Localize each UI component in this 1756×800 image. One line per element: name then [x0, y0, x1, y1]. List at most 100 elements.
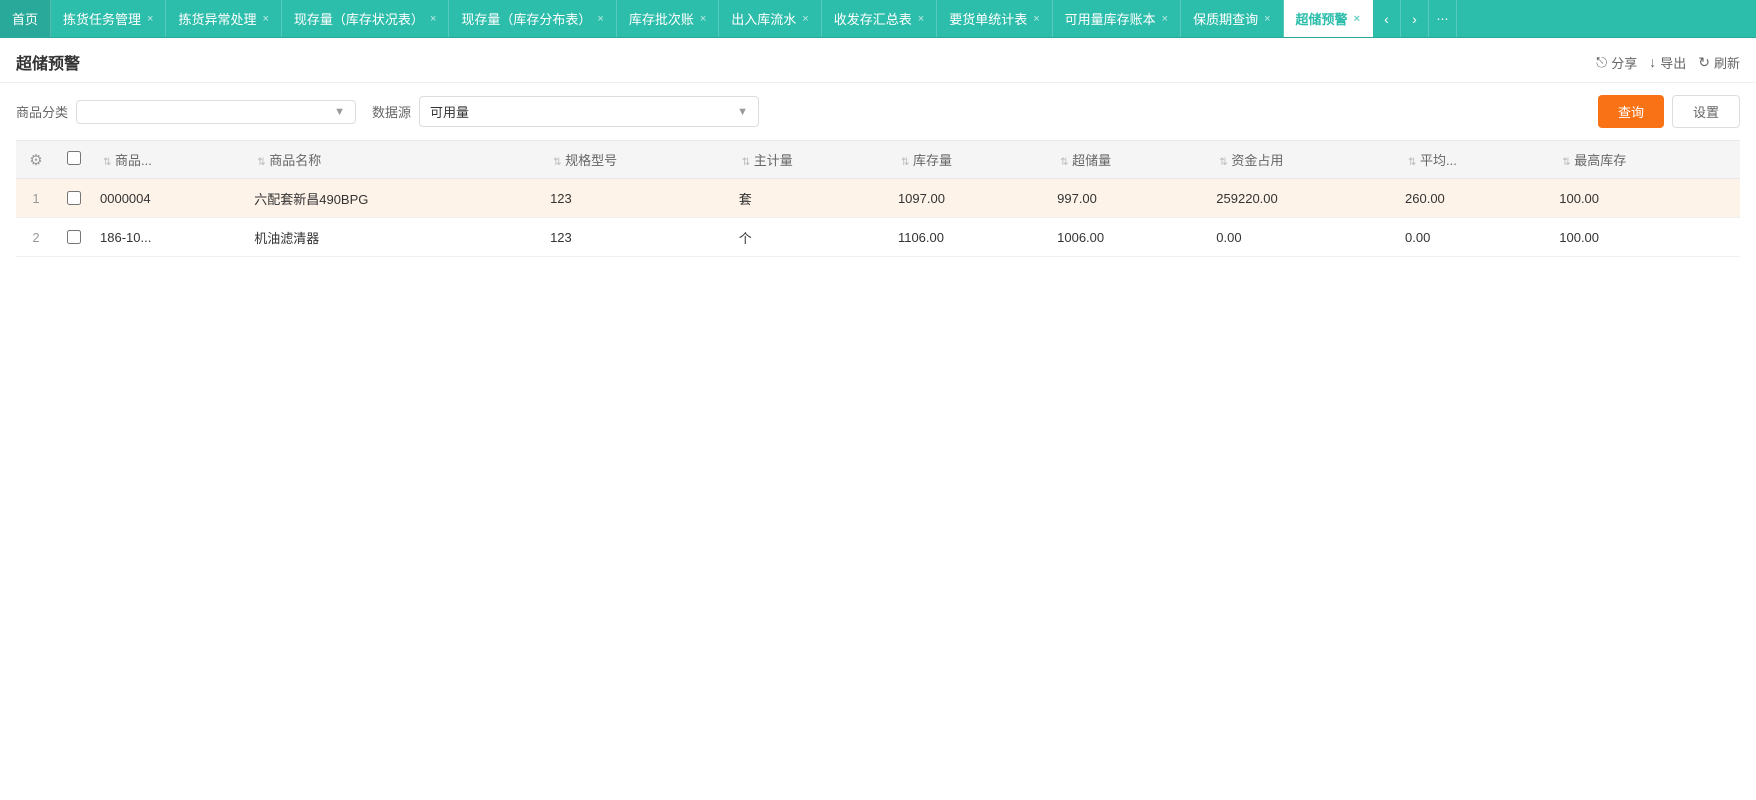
nav-item-expiry-close[interactable]: × — [1264, 13, 1270, 25]
header-actions: ⎋ 分享 ↓ 导出 ↻ 刷新 — [1596, 53, 1740, 72]
row-1-spec-value: 123 — [550, 191, 572, 206]
col-product-name-header[interactable]: ⇅ 商品名称 — [246, 141, 542, 179]
row-2-spec: 123 — [542, 218, 731, 257]
filter-bar: 商品分类 ▼ 数据源 可用量 ▼ 查询 设置 — [0, 83, 1756, 140]
col-product-name-label: 商品名称 — [269, 153, 321, 168]
nav-item-summary[interactable]: 收发存汇总表 × — [822, 0, 937, 37]
row-2-capital: 0.00 — [1208, 218, 1397, 257]
sort-icon: ⇅ — [103, 157, 111, 168]
col-unit-header[interactable]: ⇅ 主计量 — [731, 141, 890, 179]
nav-item-overstock[interactable]: 超储预警 × — [1284, 0, 1373, 37]
sort-icon-max: ⇅ — [1562, 157, 1570, 168]
row-1-checkbox[interactable] — [67, 191, 81, 205]
datasource-select[interactable]: 可用量 ▼ — [419, 96, 759, 127]
refresh-button[interactable]: ↻ 刷新 — [1698, 53, 1740, 72]
row-1-avg-value: 260.00 — [1405, 191, 1445, 206]
nav-item-stock-status-close[interactable]: × — [430, 13, 436, 25]
row-1-capital-value: 259220.00 — [1216, 191, 1277, 206]
col-product-code-header[interactable]: ⇅ 商品... — [92, 141, 246, 179]
select-all-checkbox[interactable] — [67, 151, 81, 165]
row-1-stock-value: 1097.00 — [898, 191, 945, 206]
row-1-index-value: 1 — [32, 191, 39, 206]
nav-item-inout[interactable]: 出入库流水 × — [719, 0, 821, 37]
col-capital-header[interactable]: ⇅ 资金占用 — [1208, 141, 1397, 179]
row-2-checkbox[interactable] — [67, 230, 81, 244]
nav-more-arrow[interactable]: ⋯ — [1429, 0, 1457, 37]
export-icon: ↓ — [1649, 54, 1656, 70]
row-2-capital-value: 0.00 — [1216, 230, 1241, 245]
setting-button[interactable]: 设置 — [1672, 95, 1740, 128]
nav-item-usable-label: 可用量库存账本 — [1065, 9, 1156, 28]
row-1-avg: 260.00 — [1397, 179, 1551, 218]
nav-item-summary-close[interactable]: × — [918, 13, 924, 25]
gear-icon[interactable]: ⚙ — [29, 152, 42, 169]
nav-item-expiry[interactable]: 保质期查询 × — [1181, 0, 1283, 37]
row-1-unit-value: 套 — [739, 192, 752, 207]
nav-item-abnormal[interactable]: 拣货异常处理 × — [166, 0, 281, 37]
category-label: 商品分类 — [16, 102, 68, 121]
nav-item-usable[interactable]: 可用量库存账本 × — [1053, 0, 1181, 37]
col-avg-label: 平均... — [1420, 153, 1457, 168]
col-spec-label: 规格型号 — [565, 153, 617, 168]
nav-next-arrow[interactable]: › — [1401, 0, 1429, 37]
nav-item-task-mgmt-label: 拣货任务管理 — [63, 9, 141, 28]
col-max-stock-label: 最高库存 — [1574, 153, 1626, 168]
row-2-unit: 个 — [731, 218, 890, 257]
export-label: 导出 — [1660, 53, 1686, 72]
col-overstock-header[interactable]: ⇅ 超储量 — [1049, 141, 1208, 179]
row-2-product-code: 186-10... — [92, 218, 246, 257]
nav-item-batch[interactable]: 库存批次账 × — [617, 0, 719, 37]
nav-item-stock-status-label: 现存量（库存状况表） — [294, 9, 424, 28]
refresh-icon: ↻ — [1698, 54, 1710, 71]
row-2-product-name: 机油滤清器 — [246, 218, 542, 257]
col-unit-label: 主计量 — [754, 153, 793, 168]
row-2-avg: 0.00 — [1397, 218, 1551, 257]
col-stock-label: 库存量 — [913, 153, 952, 168]
nav-item-demand-close[interactable]: × — [1033, 13, 1039, 25]
nav-item-inout-close[interactable]: × — [802, 13, 808, 25]
page-content: 超储预警 ⎋ 分享 ↓ 导出 ↻ 刷新 商品分类 ▼ 数据源 — [0, 38, 1756, 800]
col-checkbox-header[interactable] — [56, 141, 92, 179]
nav-item-demand[interactable]: 要货单统计表 × — [937, 0, 1052, 37]
col-overstock-label: 超储量 — [1072, 153, 1111, 168]
row-2-overstock-value: 1006.00 — [1057, 230, 1104, 245]
row-2-overstock: 1006.00 — [1049, 218, 1208, 257]
nav-item-task-mgmt-close[interactable]: × — [147, 13, 153, 25]
nav-item-home[interactable]: 首页 — [0, 0, 51, 37]
filter-btn-group: 查询 设置 — [1598, 95, 1740, 128]
nav-item-usable-close[interactable]: × — [1162, 13, 1168, 25]
share-button[interactable]: ⎋ 分享 — [1596, 53, 1637, 72]
row-2-stock-value: 1106.00 — [898, 230, 944, 245]
datasource-label: 数据源 — [372, 102, 411, 121]
col-gear-header[interactable]: ⚙ — [16, 141, 56, 179]
datasource-filter: 数据源 可用量 ▼ — [372, 96, 759, 127]
category-select[interactable]: ▼ — [76, 100, 356, 124]
row-1-spec: 123 — [542, 179, 731, 218]
nav-item-stock-dist[interactable]: 现存量（库存分布表） × — [449, 0, 616, 37]
nav-item-demand-label: 要货单统计表 — [949, 9, 1027, 28]
row-1-overstock-value: 997.00 — [1057, 191, 1097, 206]
nav-item-batch-close[interactable]: × — [700, 13, 706, 25]
nav-prev-arrow[interactable]: ‹ — [1373, 0, 1401, 37]
export-button[interactable]: ↓ 导出 — [1649, 53, 1686, 72]
query-button[interactable]: 查询 — [1598, 95, 1664, 128]
col-avg-header[interactable]: ⇅ 平均... — [1397, 141, 1551, 179]
nav-item-task-mgmt[interactable]: 拣货任务管理 × — [51, 0, 166, 37]
nav-item-abnormal-label: 拣货异常处理 — [178, 9, 256, 28]
nav-item-overstock-close[interactable]: × — [1354, 13, 1360, 25]
nav-item-stock-dist-close[interactable]: × — [597, 13, 603, 25]
nav-item-stock-status[interactable]: 现存量（库存状况表） × — [282, 0, 449, 37]
table-header: ⚙ ⇅ 商品... ⇅ 商品名称 ⇅ 规格型号 — [16, 141, 1740, 179]
category-filter: 商品分类 ▼ — [16, 100, 356, 124]
col-spec-header[interactable]: ⇅ 规格型号 — [542, 141, 731, 179]
row-2-index: 2 — [16, 218, 56, 257]
row-1-overstock: 997.00 — [1049, 179, 1208, 218]
col-max-stock-header[interactable]: ⇅ 最高库存 — [1551, 141, 1740, 179]
category-select-arrow: ▼ — [334, 106, 345, 118]
col-stock-header[interactable]: ⇅ 库存量 — [890, 141, 1049, 179]
refresh-label: 刷新 — [1714, 53, 1740, 72]
sort-icon-spec: ⇅ — [553, 157, 561, 168]
nav-item-expiry-label: 保质期查询 — [1193, 9, 1258, 28]
row-1-checkbox-cell — [56, 179, 92, 218]
nav-item-abnormal-close[interactable]: × — [262, 13, 268, 25]
